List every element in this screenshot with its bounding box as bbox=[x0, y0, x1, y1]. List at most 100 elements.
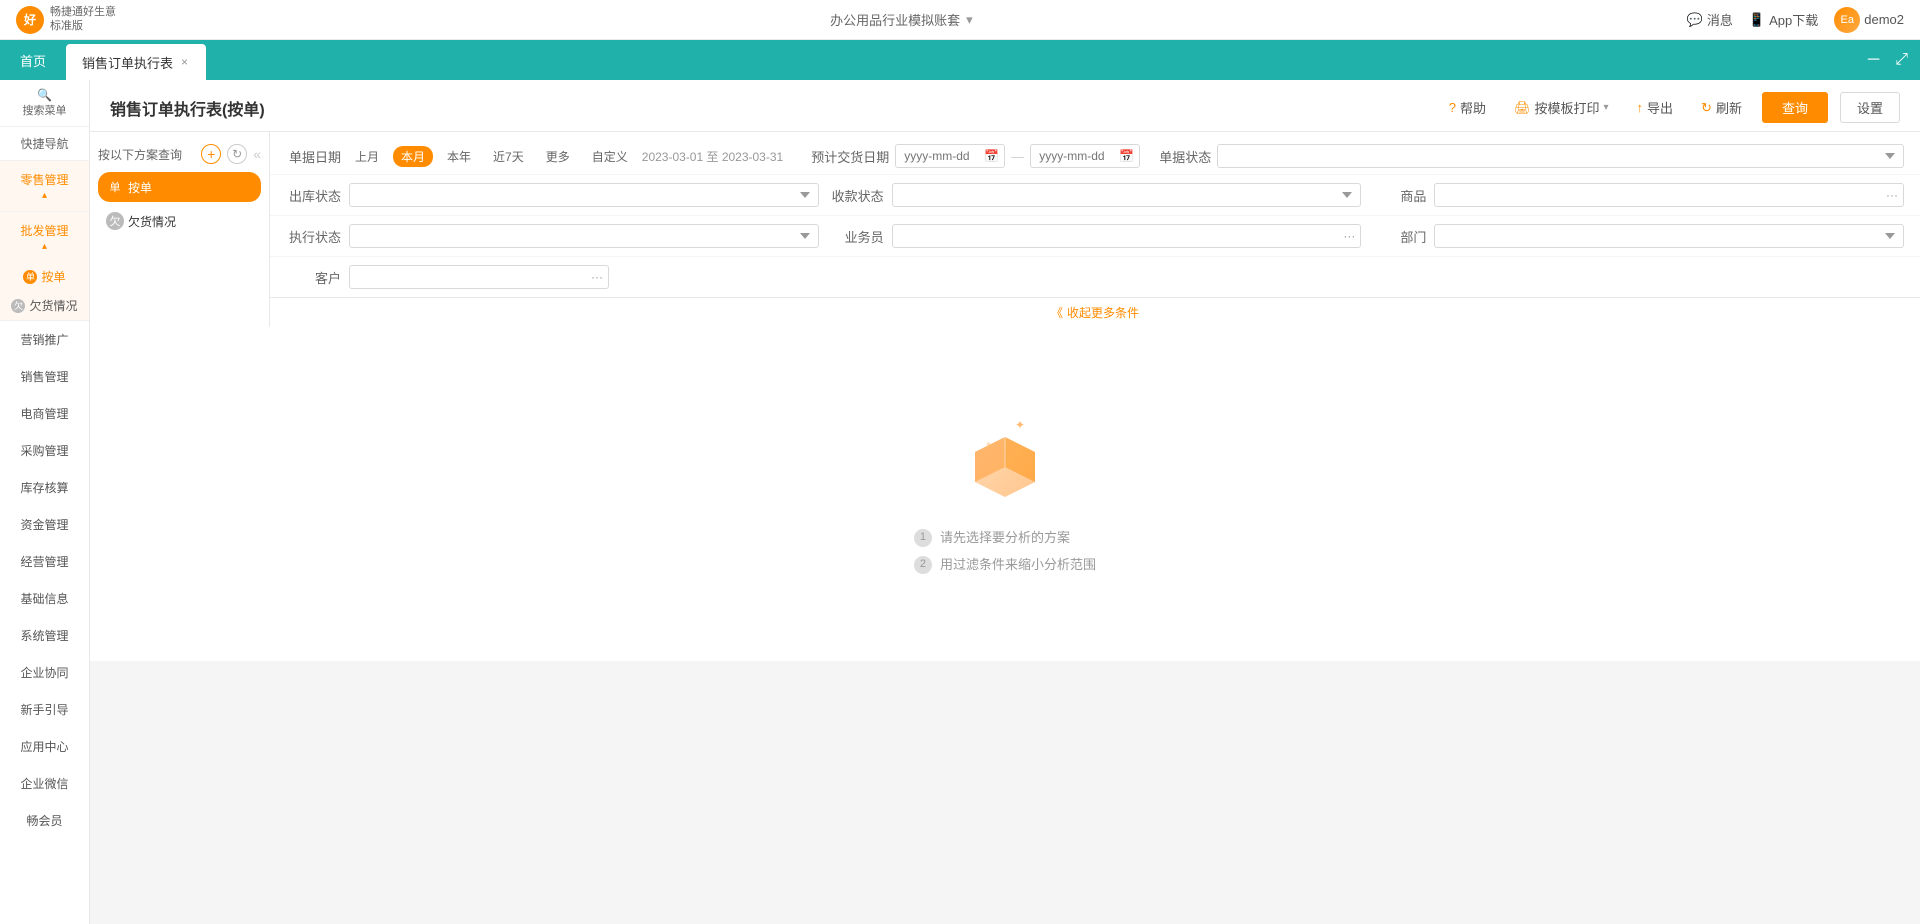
page-title: 销售订单执行表(按单) bbox=[110, 96, 265, 120]
sidebar-sub-shortage[interactable]: 欠 欠货情况 bbox=[0, 291, 89, 320]
sidebar-item-ecommerce[interactable]: 电商管理 bbox=[0, 395, 89, 432]
empty-illustration: ✦ ✦ bbox=[955, 407, 1055, 510]
customer-input-wrapper: ··· bbox=[349, 265, 609, 289]
sidebar-item-guide[interactable]: 新手引导 bbox=[0, 691, 89, 728]
export-button[interactable]: ↑ 导出 bbox=[1629, 94, 1682, 121]
shipment-status-group: 出库状态 bbox=[286, 183, 819, 207]
refresh-button[interactable]: ↻ 刷新 bbox=[1693, 94, 1750, 121]
date-more-btn[interactable]: 更多 bbox=[538, 146, 578, 167]
sidebar-item-retail[interactable]: 零售管理 ▴ bbox=[0, 161, 89, 211]
app-download-button[interactable]: 📱 App下载 bbox=[1749, 10, 1818, 29]
date-prev-month-btn[interactable]: 上月 bbox=[347, 146, 387, 167]
salesperson-input[interactable] bbox=[892, 224, 1362, 248]
download-icon: 📱 bbox=[1749, 12, 1765, 28]
forecast-date-group: 预计交货日期 📅 — 📅 bbox=[811, 144, 1140, 168]
tab-sales-order[interactable]: 销售订单执行表 × bbox=[66, 44, 206, 80]
scheme-refresh-button[interactable]: ↻ bbox=[227, 144, 247, 164]
scheme-add-button[interactable]: + bbox=[201, 144, 221, 164]
sidebar-item-basic-info[interactable]: 基础信息 bbox=[0, 580, 89, 617]
tab-maximize-button[interactable]: ⤢ bbox=[1891, 47, 1912, 73]
sidebar-sub-byorder[interactable]: 单 按单 bbox=[0, 262, 89, 291]
logo-icon: 好 bbox=[16, 6, 44, 34]
message-button[interactable]: 💬 消息 bbox=[1687, 10, 1733, 29]
filter-side-panel: 按以下方案查询 + ↻ « 单 按单 欠 欠货情况 bbox=[90, 132, 270, 327]
date-custom-btn[interactable]: 自定义 bbox=[584, 146, 636, 167]
sidebar-item-wechat[interactable]: 企业微信 bbox=[0, 765, 89, 802]
sidebar-item-inventory[interactable]: 库存核算 bbox=[0, 469, 89, 506]
sidebar-item-marketing[interactable]: 营销推广 bbox=[0, 321, 89, 358]
settings-button[interactable]: 设置 bbox=[1840, 92, 1900, 123]
empty-instructions: 1 请先选择要分析的方案 2 用过滤条件来缩小分析范围 bbox=[914, 526, 1096, 581]
tab-close-icon[interactable]: × bbox=[179, 53, 190, 71]
step-num-2: 2 bbox=[914, 556, 932, 574]
empty-step-1: 1 请先选择要分析的方案 bbox=[914, 526, 1096, 549]
export-icon: ↑ bbox=[1637, 100, 1644, 115]
sidebar-group-wholesale: 批发管理 ▴ 单 按单 欠 欠货情况 bbox=[0, 212, 89, 321]
sidebar-item-system[interactable]: 系统管理 bbox=[0, 617, 89, 654]
filter-side-title: 按以下方案查询 + ↻ « bbox=[98, 144, 261, 164]
shipment-select-wrapper bbox=[349, 183, 819, 207]
filter-row-2: 出库状态 收款状态 bbox=[270, 175, 1920, 216]
status-select[interactable] bbox=[1217, 144, 1904, 168]
sidebar-item-apps[interactable]: 应用中心 bbox=[0, 728, 89, 765]
date-filter-group: 单据日期 上月 本月 本年 近7天 更多 自定义 2023-03-01 至 20… bbox=[286, 146, 783, 167]
tab-controls: ─ ⤢ bbox=[1864, 40, 1920, 80]
calendar-end-icon: 📅 bbox=[1119, 149, 1134, 163]
tab-minimize-button[interactable]: ─ bbox=[1864, 47, 1883, 73]
collection-select-wrapper bbox=[892, 183, 1362, 207]
message-icon: 💬 bbox=[1687, 12, 1703, 28]
scheme-item-shortage[interactable]: 欠 欠货情况 bbox=[98, 206, 261, 236]
date-this-month-btn[interactable]: 本月 bbox=[393, 146, 433, 167]
goods-input[interactable] bbox=[1434, 183, 1904, 207]
print-button[interactable]: 🖨 按模板打印 ▾ bbox=[1506, 94, 1617, 121]
salesperson-group: 业务员 ··· bbox=[829, 224, 1362, 248]
breadcrumb-text: 办公用品行业模拟账套 bbox=[830, 10, 960, 29]
empty-state: ✦ ✦ 1 请先选择要分析的方案 2 用过滤条件来缩小分析范围 bbox=[90, 327, 1920, 661]
search-icon: 🔍 bbox=[37, 88, 52, 102]
sidebar-item-operations[interactable]: 经营管理 bbox=[0, 543, 89, 580]
sidebar-item-member[interactable]: 畅会员 bbox=[0, 802, 89, 839]
sidebar-item-wholesale[interactable]: 批发管理 ▴ bbox=[0, 212, 89, 262]
collection-status-group: 收款状态 bbox=[829, 183, 1362, 207]
customer-input[interactable] bbox=[349, 265, 609, 289]
header-left: 好 畅捷通好生意 标准版 bbox=[16, 6, 116, 34]
help-button[interactable]: ? 帮助 bbox=[1441, 94, 1494, 121]
sidebar-search[interactable]: 🔍 搜索菜单 bbox=[0, 80, 89, 127]
date-this-year-btn[interactable]: 本年 bbox=[439, 146, 479, 167]
sidebar-group-retail: 零售管理 ▴ bbox=[0, 161, 89, 212]
user-menu[interactable]: Ea demo2 bbox=[1834, 7, 1904, 33]
logo-text: 畅捷通好生意 标准版 bbox=[50, 6, 116, 32]
collapse-arrow-icon: 《 bbox=[1051, 304, 1063, 321]
chevron-down-icon: ▴ bbox=[42, 190, 47, 201]
tab-home[interactable]: 首页 bbox=[0, 40, 66, 80]
sidebar-item-purchase[interactable]: 采购管理 bbox=[0, 432, 89, 469]
print-icon: 🖨 bbox=[1514, 100, 1531, 116]
salesperson-dots-icon[interactable]: ··· bbox=[1343, 229, 1355, 243]
goods-group: 商品 ··· bbox=[1371, 183, 1904, 207]
main-layout: 🔍 搜索菜单 快捷导航 零售管理 ▴ 批发管理 ▴ 单 按单 bbox=[0, 80, 1920, 924]
shipment-select[interactable] bbox=[349, 183, 819, 207]
collapse-more-button[interactable]: 《 收起更多条件 bbox=[270, 297, 1920, 327]
content-area: 销售订单执行表(按单) ? 帮助 🖨 按模板打印 ▾ ↑ 导出 ↻ 刷新 bbox=[90, 80, 1920, 924]
sidebar-quick-nav[interactable]: 快捷导航 bbox=[0, 127, 89, 161]
forecast-end-date: 📅 bbox=[1030, 144, 1140, 168]
date-recent7-btn[interactable]: 近7天 bbox=[485, 146, 532, 167]
sidebar-item-enterprise[interactable]: 企业协同 bbox=[0, 654, 89, 691]
query-button[interactable]: 查询 bbox=[1762, 92, 1828, 123]
department-select[interactable] bbox=[1434, 224, 1904, 248]
customer-dots-icon[interactable]: ··· bbox=[591, 270, 603, 284]
status-select-wrapper bbox=[1217, 144, 1904, 168]
filter-row-4: 客户 ··· bbox=[270, 257, 1920, 297]
collection-select[interactable] bbox=[892, 183, 1362, 207]
header-right: 💬 消息 📱 App下载 Ea demo2 bbox=[1687, 7, 1904, 33]
goods-dots-icon[interactable]: ··· bbox=[1886, 188, 1898, 202]
sidebar-item-finance[interactable]: 资金管理 bbox=[0, 506, 89, 543]
scheme-shortage-icon: 欠 bbox=[106, 212, 124, 230]
chevron-up-icon: ▴ bbox=[42, 241, 47, 252]
execution-select[interactable] bbox=[349, 224, 819, 248]
filter-row-1: 单据日期 上月 本月 本年 近7天 更多 自定义 2023-03-01 至 20… bbox=[270, 132, 1920, 175]
side-collapse-button[interactable]: « bbox=[253, 146, 261, 162]
sidebar-item-sales[interactable]: 销售管理 bbox=[0, 358, 89, 395]
breadcrumb-arrow-icon[interactable]: ▾ bbox=[966, 12, 973, 28]
scheme-item-byorder[interactable]: 单 按单 bbox=[98, 172, 261, 202]
